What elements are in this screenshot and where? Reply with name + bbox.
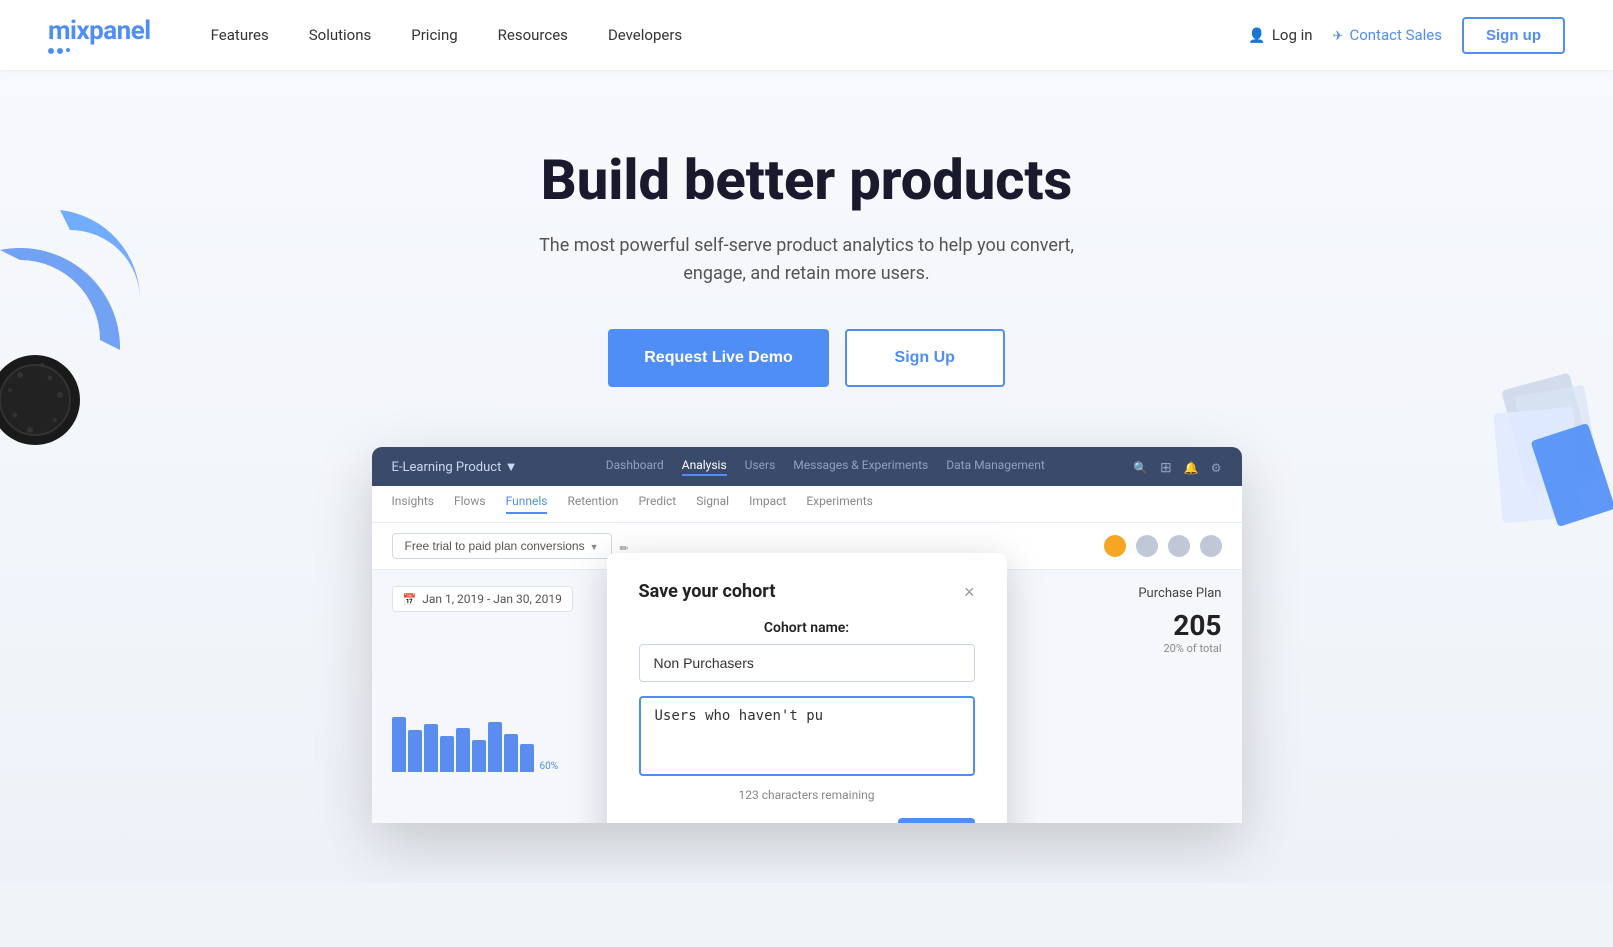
cancel-button[interactable]: Cancel (810, 818, 886, 823)
logo-dot-2 (57, 48, 63, 54)
settings-icon[interactable] (1211, 457, 1222, 476)
bar-5 (456, 728, 470, 772)
nav-right: Log in Contact Sales Sign up (1248, 17, 1565, 54)
logo-dot-3 (66, 48, 70, 52)
bar-pct-label: 60% (540, 761, 559, 772)
bar-3 (424, 724, 438, 772)
purchase-count: 205 (1102, 609, 1222, 642)
app-screenshot: E-Learning Product ▼ Dashboard Analysis … (372, 447, 1242, 823)
logo-text: mixpanel (48, 16, 151, 46)
nav-developers[interactable]: Developers (608, 26, 682, 44)
hero-title: Build better products (20, 150, 1593, 212)
nav-links: Features Solutions Pricing Resources Dev… (211, 26, 1249, 44)
nav-resources[interactable]: Resources (498, 26, 568, 44)
logo-dot-1 (48, 48, 54, 54)
sub-tab-signal[interactable]: Signal (696, 494, 729, 514)
bar-7 (488, 722, 502, 772)
app-header-icons (1133, 457, 1221, 476)
bell-icon[interactable] (1184, 457, 1199, 476)
filter-dropdown[interactable]: Free trial to paid plan conversions (392, 533, 612, 559)
modal-actions: Cancel Save (639, 818, 975, 823)
bar-1 (392, 717, 406, 772)
sub-tab-retention[interactable]: Retention (567, 494, 618, 514)
login-label: Log in (1272, 26, 1313, 44)
request-demo-button[interactable]: Request Live Demo (608, 329, 828, 387)
app-content-right: Purchase Plan 205 20% of total (1102, 586, 1222, 772)
app-tab-messages[interactable]: Messages & Experiments (793, 458, 928, 476)
purchase-label: Purchase Plan (1102, 586, 1222, 601)
app-sub-nav: Insights Flows Funnels Retention Predict… (372, 486, 1242, 523)
modal-close-button[interactable]: × (964, 583, 975, 601)
purchase-pct: 20% of total (1102, 642, 1222, 655)
bar-6 (472, 740, 486, 772)
bar-2 (408, 730, 422, 772)
app-nav-tabs: Dashboard Analysis Users Messages & Expe… (606, 458, 1045, 476)
user-icon (1248, 26, 1265, 44)
cohort-name-label: Cohort name: (639, 620, 975, 636)
chevron-down-icon (590, 539, 599, 553)
save-button[interactable]: Save (898, 818, 975, 823)
app-tab-data-management[interactable]: Data Management (946, 458, 1045, 476)
app-product-name[interactable]: E-Learning Product ▼ (392, 459, 518, 475)
sub-tab-experiments[interactable]: Experiments (806, 494, 873, 514)
app-header: E-Learning Product ▼ Dashboard Analysis … (372, 447, 1242, 486)
sub-tab-flows[interactable]: Flows (454, 494, 486, 514)
app-tab-analysis[interactable]: Analysis (682, 458, 727, 476)
gray-action-icon-1[interactable] (1136, 535, 1158, 557)
app-tab-users[interactable]: Users (745, 458, 776, 476)
cohort-name-input[interactable] (639, 644, 975, 682)
sub-tab-impact[interactable]: Impact (749, 494, 786, 514)
cohort-description-input[interactable] (639, 696, 975, 776)
sub-tab-funnels[interactable]: Funnels (506, 494, 548, 514)
bar-9 (520, 744, 534, 772)
date-range[interactable]: Jan 1, 2019 - Jan 30, 2019 (392, 586, 573, 612)
bar-4 (440, 736, 454, 772)
hero-subtitle: The most powerful self-serve product ana… (537, 232, 1077, 290)
sub-tab-predict[interactable]: Predict (638, 494, 676, 514)
nav-signup-button[interactable]: Sign up (1462, 17, 1565, 54)
hero-section: Build better products The most powerful … (0, 70, 1613, 883)
gray-action-icon-3[interactable] (1200, 535, 1222, 557)
modal-title: Save your cohort (639, 581, 776, 602)
app-tab-dashboard[interactable]: Dashboard (606, 458, 664, 476)
bar-8 (504, 734, 518, 772)
nav-pricing[interactable]: Pricing (411, 26, 457, 44)
app-body: Free trial to paid plan conversions (372, 523, 1242, 823)
nav-solutions[interactable]: Solutions (309, 26, 372, 44)
logo[interactable]: mixpanel (48, 16, 151, 54)
gold-action-icon[interactable] (1104, 535, 1126, 557)
date-range-text: Jan 1, 2019 - Jan 30, 2019 (422, 592, 562, 606)
modal-header: Save your cohort × (639, 581, 975, 602)
search-icon[interactable] (1133, 457, 1148, 476)
contact-sales-link[interactable]: Contact Sales (1333, 26, 1442, 44)
filter-label: Free trial to paid plan conversions (405, 539, 585, 553)
navbar: mixpanel Features Solutions Pricing Reso… (0, 0, 1613, 70)
grid-icon[interactable] (1160, 457, 1172, 476)
save-cohort-modal: Save your cohort × Cohort name: 123 char… (607, 553, 1007, 823)
char-count: 123 characters remaining (639, 788, 975, 802)
gray-action-icon-2[interactable] (1168, 535, 1190, 557)
hero-buttons: Request Live Demo Sign Up (20, 329, 1593, 387)
sub-tab-insights[interactable]: Insights (392, 494, 434, 514)
login-link[interactable]: Log in (1248, 26, 1312, 44)
send-icon (1333, 26, 1344, 44)
hero-signup-button[interactable]: Sign Up (845, 329, 1005, 387)
calendar-icon (403, 592, 417, 606)
nav-features[interactable]: Features (211, 26, 269, 44)
app-action-icons (1104, 535, 1222, 557)
contact-label: Contact Sales (1349, 26, 1442, 44)
